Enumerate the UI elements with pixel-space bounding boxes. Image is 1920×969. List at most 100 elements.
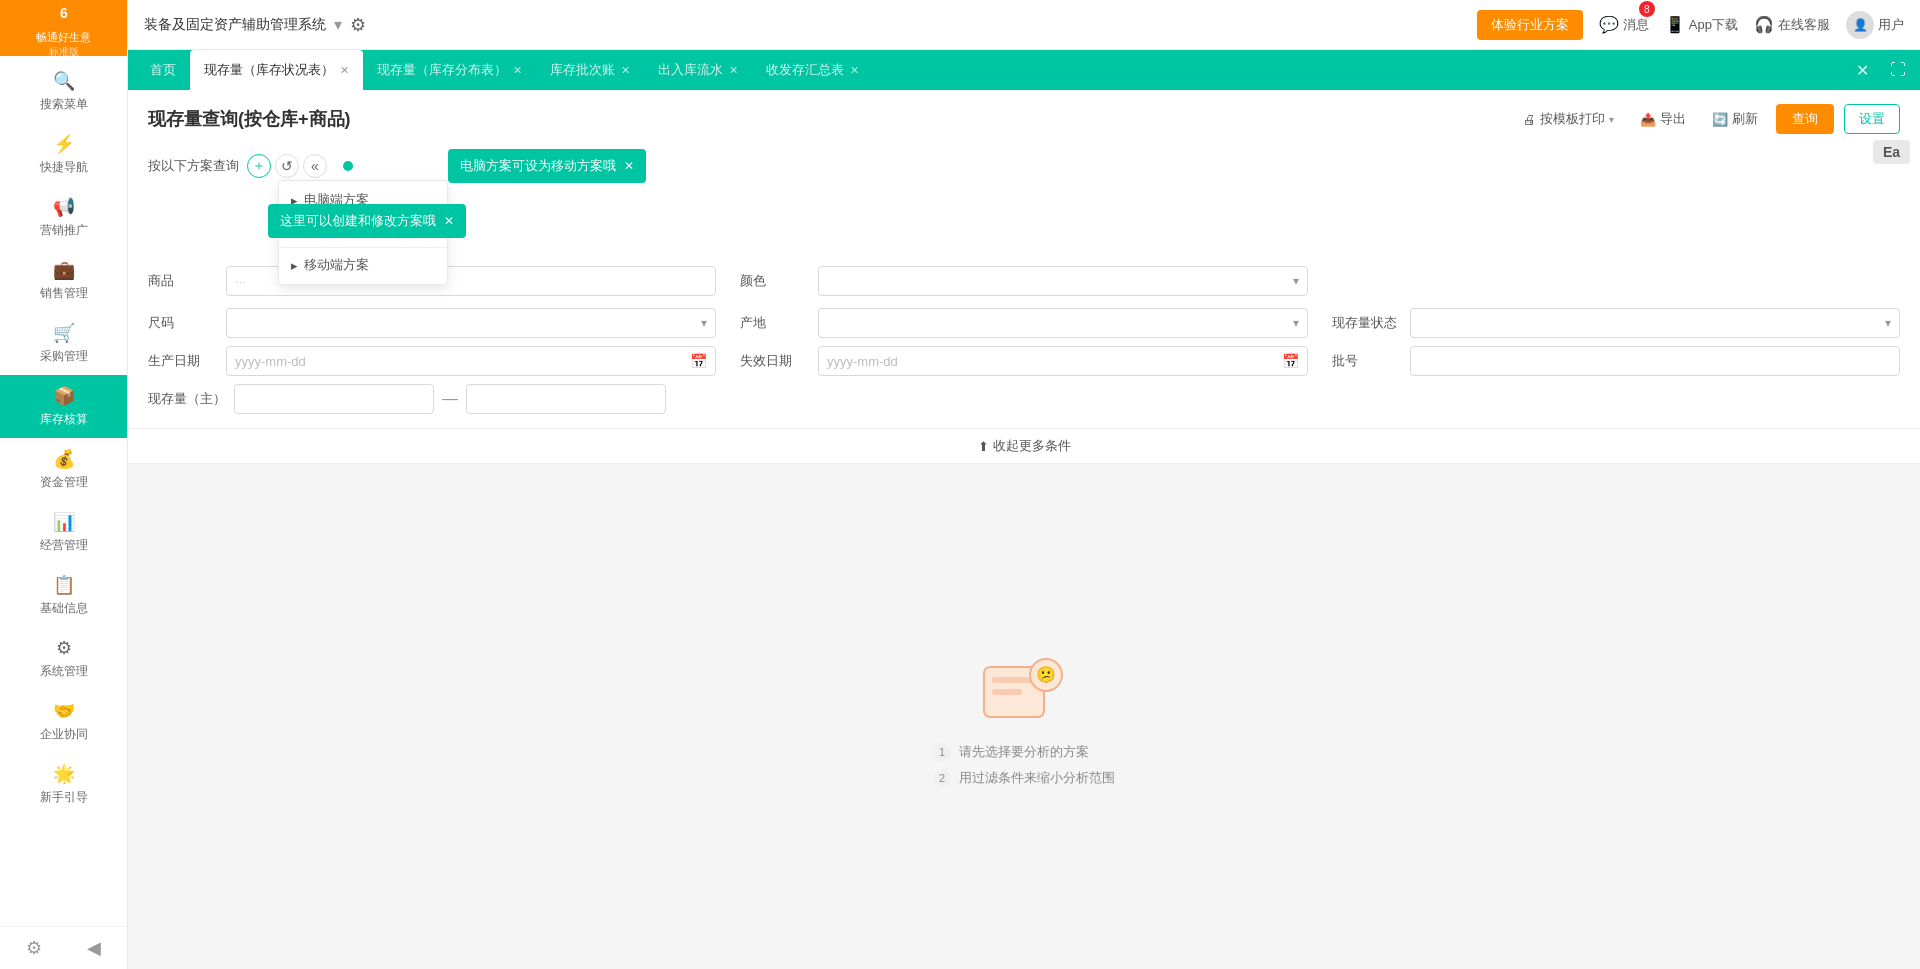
online-support-action[interactable]: 🎧 在线客服 [1754, 15, 1830, 34]
export-btn[interactable]: 📤 导出 [1632, 106, 1694, 132]
tab-batch-label: 库存批次账 [550, 61, 615, 79]
app-download-action[interactable]: 📱 App下载 [1665, 15, 1738, 34]
color-dropdown-arrow: ▾ [1293, 274, 1299, 288]
tab-bar-right: ✕ ⛶ [1848, 56, 1912, 84]
stock-main-from[interactable] [234, 384, 434, 414]
tab-stock-dist[interactable]: 现存量（库存分布表） ✕ [363, 50, 536, 90]
tab-close-all-btn[interactable]: ✕ [1848, 56, 1876, 84]
page-header: 现存量查询(按仓库+商品) 🖨 按模板打印 ▾ 📤 导出 🔄 刷新 查询 设置 [128, 90, 1920, 144]
refresh-scheme-btn[interactable]: ↺ [275, 154, 299, 178]
add-scheme-btn[interactable]: ＋ [247, 154, 271, 178]
navbar-right: 体验行业方案 💬 消息 8 📱 App下载 🎧 在线客服 👤 用户 [1477, 10, 1904, 40]
field-stock-status: 现存量状态 ▾ [1332, 308, 1900, 338]
online-support-label: 在线客服 [1778, 16, 1830, 34]
user-action[interactable]: 👤 用户 [1846, 11, 1904, 39]
print-icon: 🖨 [1523, 112, 1536, 127]
sidebar-item-management[interactable]: 📊 经营管理 [0, 501, 127, 564]
sidebar-item-inventory-label: 库存核算 [40, 411, 88, 428]
phone-icon: 📱 [1665, 15, 1685, 34]
query-btn[interactable]: 查询 [1776, 104, 1834, 134]
origin-input[interactable]: ▾ [818, 308, 1308, 338]
collapse-more-btn[interactable]: ⬆ 收起更多条件 [128, 429, 1920, 464]
reset-btn[interactable]: 设置 [1844, 104, 1900, 134]
expiry-date-input[interactable]: yyyy-mm-dd 📅 [818, 346, 1308, 376]
empty-illustration: 😕 [974, 647, 1074, 727]
page-header-actions: 🖨 按模板打印 ▾ 📤 导出 🔄 刷新 查询 设置 [1515, 104, 1900, 134]
empty-tip-1: 1 请先选择要分析的方案 [933, 743, 1115, 761]
filter-section: 按以下方案查询 ＋ ↺ « ▸ 电脑端方案 按照品 [128, 144, 1920, 429]
scheme-active-dot [343, 161, 353, 171]
sidebar-menu: 🔍 搜索菜单 ⚡ 快捷导航 📢 营销推广 💼 销售管理 🛒 采购管理 📦 库存核… [0, 56, 127, 926]
collapse-sidebar-btn[interactable]: ◀ [87, 937, 101, 959]
sidebar-item-nav[interactable]: ⚡ 快捷导航 [0, 123, 127, 186]
expand-icon2: ▸ [291, 258, 298, 273]
tab-batch[interactable]: 库存批次账 ✕ [536, 50, 644, 90]
sidebar-item-system[interactable]: ⚙ 系统管理 [0, 627, 127, 690]
color-label: 颜色 [740, 272, 810, 290]
product-label: 商品 [148, 272, 218, 290]
tab-flow[interactable]: 出入库流水 ✕ [644, 50, 752, 90]
sidebar-item-purchase[interactable]: 🛒 采购管理 [0, 312, 127, 375]
sidebar-item-finance[interactable]: 💰 资金管理 [0, 438, 127, 501]
sidebar-item-basic-label: 基础信息 [40, 600, 88, 617]
user-label: 用户 [1878, 16, 1904, 34]
stock-main-range: — [234, 384, 1900, 414]
tab-home-label: 首页 [150, 61, 176, 79]
tab-stock-status-close[interactable]: ✕ [340, 65, 349, 76]
prev-scheme-btn[interactable]: « [303, 154, 327, 178]
trial-button[interactable]: 体验行业方案 [1477, 10, 1583, 40]
tab-home[interactable]: 首页 [136, 50, 190, 90]
finance-icon: 💰 [53, 448, 75, 470]
sidebar-item-search[interactable]: 🔍 搜索菜单 [0, 60, 127, 123]
collab-icon: 🤝 [53, 700, 75, 722]
color-input[interactable]: ▾ [818, 266, 1308, 296]
sidebar-item-marketing[interactable]: 📢 营销推广 [0, 186, 127, 249]
tab-summary[interactable]: 收发存汇总表 ✕ [752, 50, 873, 90]
sidebar-item-sales[interactable]: 💼 销售管理 [0, 249, 127, 312]
tab-summary-close[interactable]: ✕ [850, 65, 859, 76]
svg-text:6: 6 [60, 5, 68, 21]
settings-btn[interactable]: ⚙ [26, 937, 42, 959]
product-dots: ··· [235, 274, 246, 289]
sidebar-item-collab[interactable]: 🤝 企业协同 [0, 690, 127, 753]
batch-input[interactable] [1410, 346, 1900, 376]
inventory-icon: 📦 [53, 385, 75, 407]
tab-stock-status[interactable]: 现存量（库存状况表） ✕ [190, 50, 363, 90]
sidebar-item-guide-label: 新手引导 [40, 789, 88, 806]
empty-state: 😕 1 请先选择要分析的方案 2 用过滤条件来缩小分析范围 [128, 464, 1920, 969]
system-dropdown-icon[interactable]: ▾ [334, 15, 342, 34]
nav-icon: ⚡ [53, 133, 75, 155]
sidebar-item-guide[interactable]: 🌟 新手引导 [0, 753, 127, 816]
settings-icon[interactable]: ⚙ [350, 14, 366, 36]
sidebar-item-basic[interactable]: 📋 基础信息 [0, 564, 127, 627]
stock-status-input[interactable]: ▾ [1410, 308, 1900, 338]
field-prod-date: 生产日期 yyyy-mm-dd 📅 [148, 346, 716, 376]
print-dropdown-icon: ▾ [1609, 114, 1614, 125]
tab-flow-close[interactable]: ✕ [729, 65, 738, 76]
message-icon: 💬 [1599, 15, 1619, 34]
size-dropdown-arrow: ▾ [701, 316, 707, 330]
refresh-btn[interactable]: 🔄 刷新 [1704, 106, 1766, 132]
message-action[interactable]: 💬 消息 8 [1599, 15, 1649, 34]
print-btn[interactable]: 🖨 按模板打印 ▾ [1515, 106, 1622, 132]
sidebar-item-marketing-label: 营销推广 [40, 222, 88, 239]
user-avatar: 👤 [1846, 11, 1874, 39]
size-input[interactable]: ▾ [226, 308, 716, 338]
tooltip-scheme-close[interactable]: ✕ [624, 159, 634, 173]
sidebar-item-inventory[interactable]: 📦 库存核算 [0, 375, 127, 438]
prod-date-input[interactable]: yyyy-mm-dd 📅 [226, 346, 716, 376]
page-content: 现存量查询(按仓库+商品) 🖨 按模板打印 ▾ 📤 导出 🔄 刷新 查询 设置 [128, 90, 1920, 969]
stock-status-dropdown-arrow: ▾ [1885, 316, 1891, 330]
scheme-mobile-item[interactable]: ▸ 移动端方案 [279, 250, 447, 280]
stock-main-to[interactable] [466, 384, 666, 414]
purchase-icon: 🛒 [53, 322, 75, 344]
scheme-mobile-label: 移动端方案 [304, 256, 369, 274]
tab-batch-close[interactable]: ✕ [621, 65, 630, 76]
tab-maximize-btn[interactable]: ⛶ [1884, 56, 1912, 84]
tab-stock-dist-close[interactable]: ✕ [513, 65, 522, 76]
tooltip-edit-close[interactable]: ✕ [444, 214, 454, 228]
collapse-up-icon: ⬆ [978, 439, 989, 454]
range-separator: — [442, 390, 458, 408]
expiry-date-label: 失效日期 [740, 352, 810, 370]
filter-fields-row3: 生产日期 yyyy-mm-dd 📅 失效日期 yyyy-mm-dd 📅 [148, 342, 1900, 380]
